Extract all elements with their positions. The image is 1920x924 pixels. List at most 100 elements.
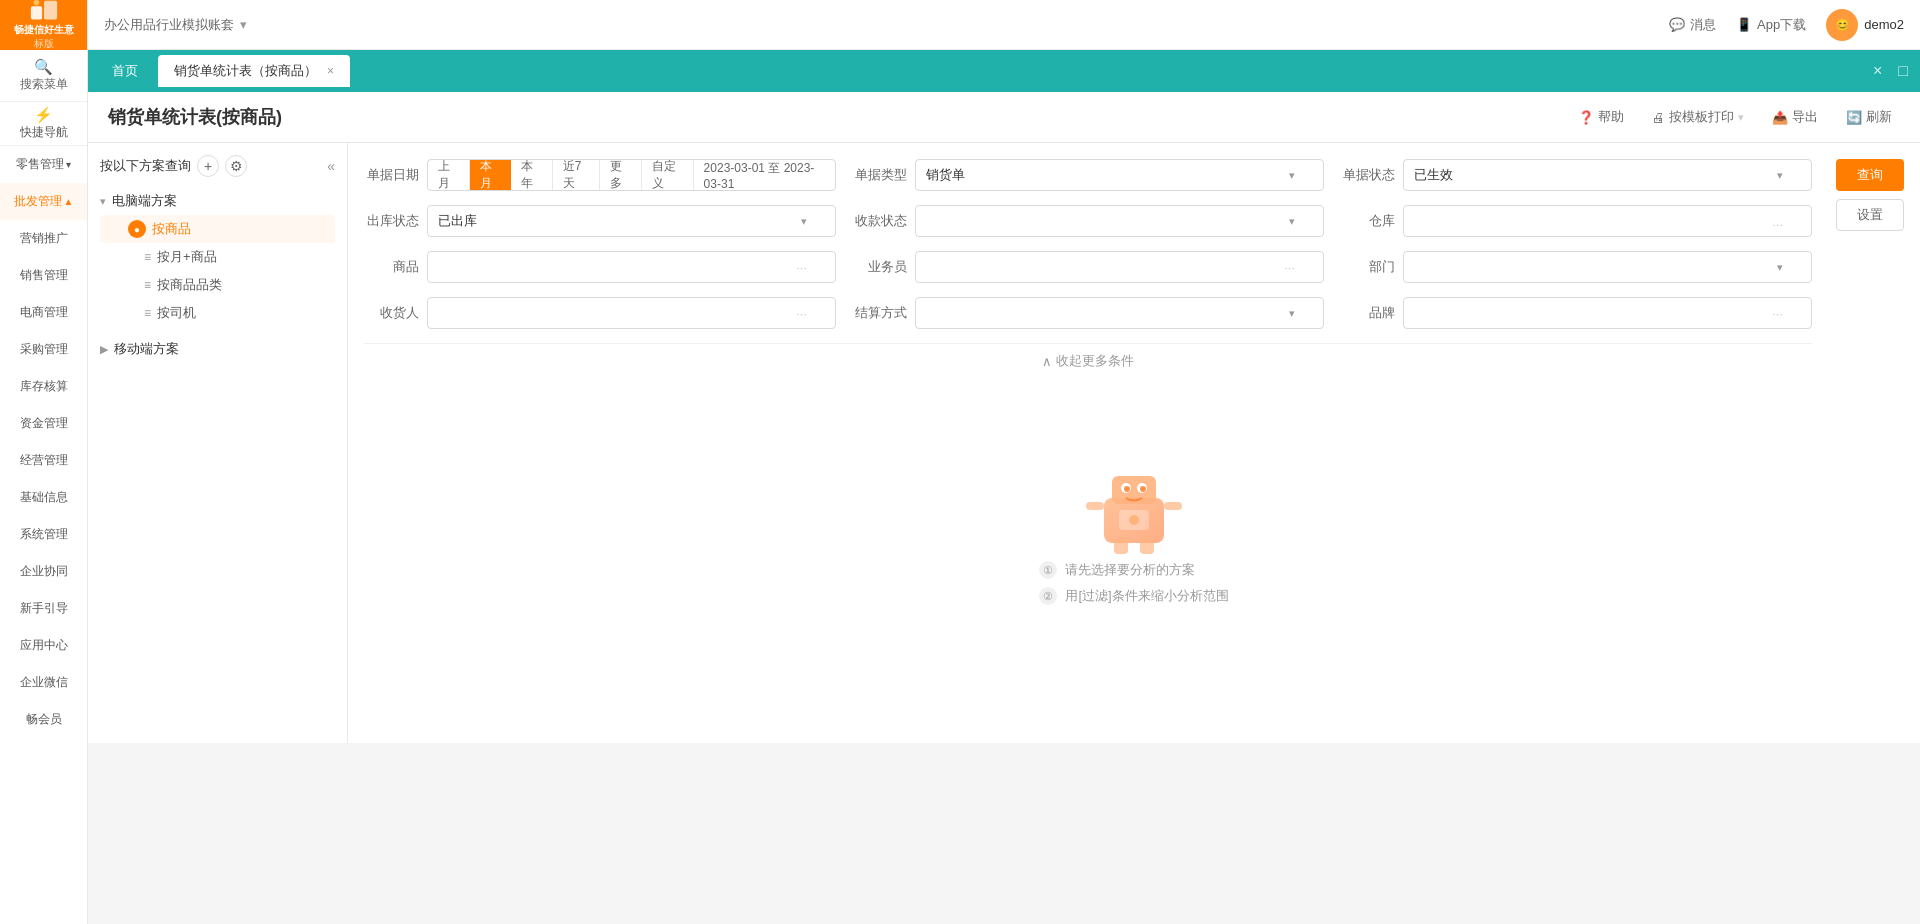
- receiver-input[interactable]: ···: [427, 297, 836, 329]
- finance-label: 资金管理: [20, 415, 68, 432]
- warehouse-chevron: ▾: [801, 215, 807, 228]
- brand-label: 品牌: [1340, 304, 1395, 322]
- salesperson-dots[interactable]: ···: [1284, 260, 1295, 275]
- date-last-month-btn[interactable]: 上月: [428, 159, 470, 191]
- sidebar-purchase[interactable]: 采购管理: [0, 331, 87, 368]
- pc-category: ▾ 电脑端方案 ● 按商品 ≡ 按月+商品 ≡ 按商品品类: [100, 187, 335, 327]
- date-more-btn[interactable]: 更多: [600, 159, 642, 191]
- settings-button[interactable]: 设置: [1836, 199, 1904, 231]
- system-label: 系统管理: [20, 526, 68, 543]
- active-scheme-label: 按商品: [152, 220, 191, 238]
- scheme-collapse-button[interactable]: «: [327, 158, 335, 174]
- filter-department: 部门 ▾: [1340, 251, 1812, 283]
- username: demo2: [1864, 17, 1904, 32]
- wechat-label: 企业微信: [20, 674, 68, 691]
- minimize-button[interactable]: ×: [1869, 60, 1886, 82]
- settings-icon: ⚙: [230, 158, 243, 174]
- filter-settlement: 结算方式 ▾: [852, 297, 1324, 329]
- scheme-add-button[interactable]: +: [197, 155, 219, 177]
- scheme-by-driver[interactable]: ≡ 按司机: [100, 299, 335, 327]
- user-area[interactable]: 😊 demo2: [1826, 9, 1904, 41]
- sub-scheme-label-1: 按月+商品: [157, 248, 217, 266]
- department-select[interactable]: ▾: [1403, 251, 1812, 283]
- message-button[interactable]: 💬 消息: [1669, 16, 1716, 34]
- goods-label: 商品: [364, 258, 419, 276]
- sidebar-ecommerce[interactable]: 电商管理: [0, 294, 87, 331]
- sidebar-appcenter[interactable]: 应用中心: [0, 627, 87, 664]
- tip-2-text: 用[过滤]条件来缩小分析范围: [1065, 587, 1228, 605]
- salesperson-input[interactable]: ···: [915, 251, 1324, 283]
- doc-type-select[interactable]: 销货单 ▾: [915, 159, 1324, 191]
- sidebar-marketing[interactable]: 营销推广: [0, 220, 87, 257]
- breadcrumb-arrow[interactable]: ▾: [240, 17, 247, 32]
- page-header-actions: ❓ 帮助 🖨 按模板打印 ▾ 📤 导出 🔄 刷新: [1570, 104, 1900, 130]
- doc-type-label: 单据类型: [852, 166, 907, 184]
- settlement-chevron: ▾: [1289, 307, 1295, 320]
- tab-active[interactable]: 销货单统计表（按商品） ×: [158, 55, 350, 87]
- scheme-goods-category[interactable]: ≡ 按商品品类: [100, 271, 335, 299]
- sidebar-system[interactable]: 系统管理: [0, 516, 87, 553]
- sidebar-operations[interactable]: 经营管理: [0, 442, 87, 479]
- app-logo[interactable]: 畅捷信好生意 标版: [0, 0, 87, 50]
- svg-rect-9: [1086, 502, 1104, 510]
- receiver-dots[interactable]: ···: [796, 306, 807, 321]
- sidebar-member[interactable]: 畅会员: [0, 701, 87, 738]
- goods-input[interactable]: ···: [427, 251, 836, 283]
- active-tab-label: 销货单统计表（按商品）: [174, 62, 317, 80]
- filter-payment: 收款状态 ▾: [852, 205, 1324, 237]
- date-this-month-btn[interactable]: 本月: [470, 159, 512, 191]
- storage-dots[interactable]: ...: [1772, 214, 1783, 229]
- mobile-category-header[interactable]: ▶ 移动端方案: [100, 335, 335, 363]
- brand-input[interactable]: ···: [1403, 297, 1812, 329]
- retail-arrow: ▾: [66, 159, 71, 170]
- scheme-settings-button[interactable]: ⚙: [225, 155, 247, 177]
- warehouse-label: 出库状态: [364, 212, 419, 230]
- pc-category-header[interactable]: ▾ 电脑端方案: [100, 187, 335, 215]
- tip-1-num: ①: [1039, 561, 1057, 579]
- sidebar-search[interactable]: 🔍 搜索菜单: [0, 50, 87, 102]
- mobile-category-label: 移动端方案: [114, 340, 179, 358]
- receiver-label: 收货人: [364, 304, 419, 322]
- sidebar-enterprise[interactable]: 企业协同: [0, 553, 87, 590]
- sidebar-wholesale[interactable]: 批发管理 ▲: [0, 183, 87, 220]
- help-button[interactable]: ❓ 帮助: [1570, 104, 1632, 130]
- date-this-year-btn[interactable]: 本年: [511, 159, 553, 191]
- export-label: 导出: [1792, 108, 1818, 126]
- two-col-layout: 按以下方案查询 + ⚙ « ▾ 电脑端方案: [88, 143, 1920, 743]
- warehouse-select[interactable]: 已出库 ▾: [427, 205, 836, 237]
- date-custom-btn[interactable]: 自定义: [642, 159, 694, 191]
- sidebar-retail[interactable]: 零售管理 ▾: [0, 146, 87, 183]
- appdownload-label: App下载: [1757, 16, 1806, 34]
- tab-close-button[interactable]: ×: [327, 64, 334, 78]
- wholesale-arrow: ▲: [64, 196, 74, 207]
- doc-status-select[interactable]: 已生效 ▾: [1403, 159, 1812, 191]
- sidebar-finance[interactable]: 资金管理: [0, 405, 87, 442]
- filter-doc-type: 单据类型 销货单 ▾: [852, 159, 1324, 191]
- export-button[interactable]: 📤 导出: [1764, 104, 1826, 130]
- refresh-button[interactable]: 🔄 刷新: [1838, 104, 1900, 130]
- collapse-bar[interactable]: ∧ 收起更多条件: [364, 343, 1812, 378]
- sidebar-inventory[interactable]: 库存核算: [0, 368, 87, 405]
- filter-storage: 仓库 ...: [1340, 205, 1812, 237]
- settlement-select[interactable]: ▾: [915, 297, 1324, 329]
- appdownload-button[interactable]: 📱 App下载: [1736, 16, 1806, 34]
- empty-state-tips: ① 请先选择要分析的方案 ② 用[过滤]条件来缩小分析范围: [1039, 561, 1228, 605]
- sidebar-basic[interactable]: 基础信息: [0, 479, 87, 516]
- sidebar-quicknav[interactable]: ⚡ 快捷导航: [0, 102, 87, 146]
- date-7days-btn[interactable]: 近7天: [553, 159, 600, 191]
- tab-home[interactable]: 首页: [96, 55, 154, 87]
- sidebar-sales[interactable]: 销售管理: [0, 257, 87, 294]
- sidebar-newbie[interactable]: 新手引导: [0, 590, 87, 627]
- payment-select[interactable]: ▾: [915, 205, 1324, 237]
- brand-dots[interactable]: ···: [1772, 306, 1783, 321]
- scheme-month-goods[interactable]: ≡ 按月+商品: [100, 243, 335, 271]
- scheme-by-goods[interactable]: ● 按商品: [100, 215, 335, 243]
- goods-dots[interactable]: ···: [796, 260, 807, 275]
- sidebar-wechat[interactable]: 企业微信: [0, 664, 87, 701]
- print-button[interactable]: 🖨 按模板打印 ▾: [1644, 104, 1752, 130]
- storage-input[interactable]: ...: [1403, 205, 1812, 237]
- print-label: 按模板打印: [1669, 108, 1734, 126]
- query-button[interactable]: 查询: [1836, 159, 1904, 191]
- user-avatar[interactable]: 😊: [1826, 9, 1858, 41]
- maximize-button[interactable]: □: [1894, 60, 1912, 82]
